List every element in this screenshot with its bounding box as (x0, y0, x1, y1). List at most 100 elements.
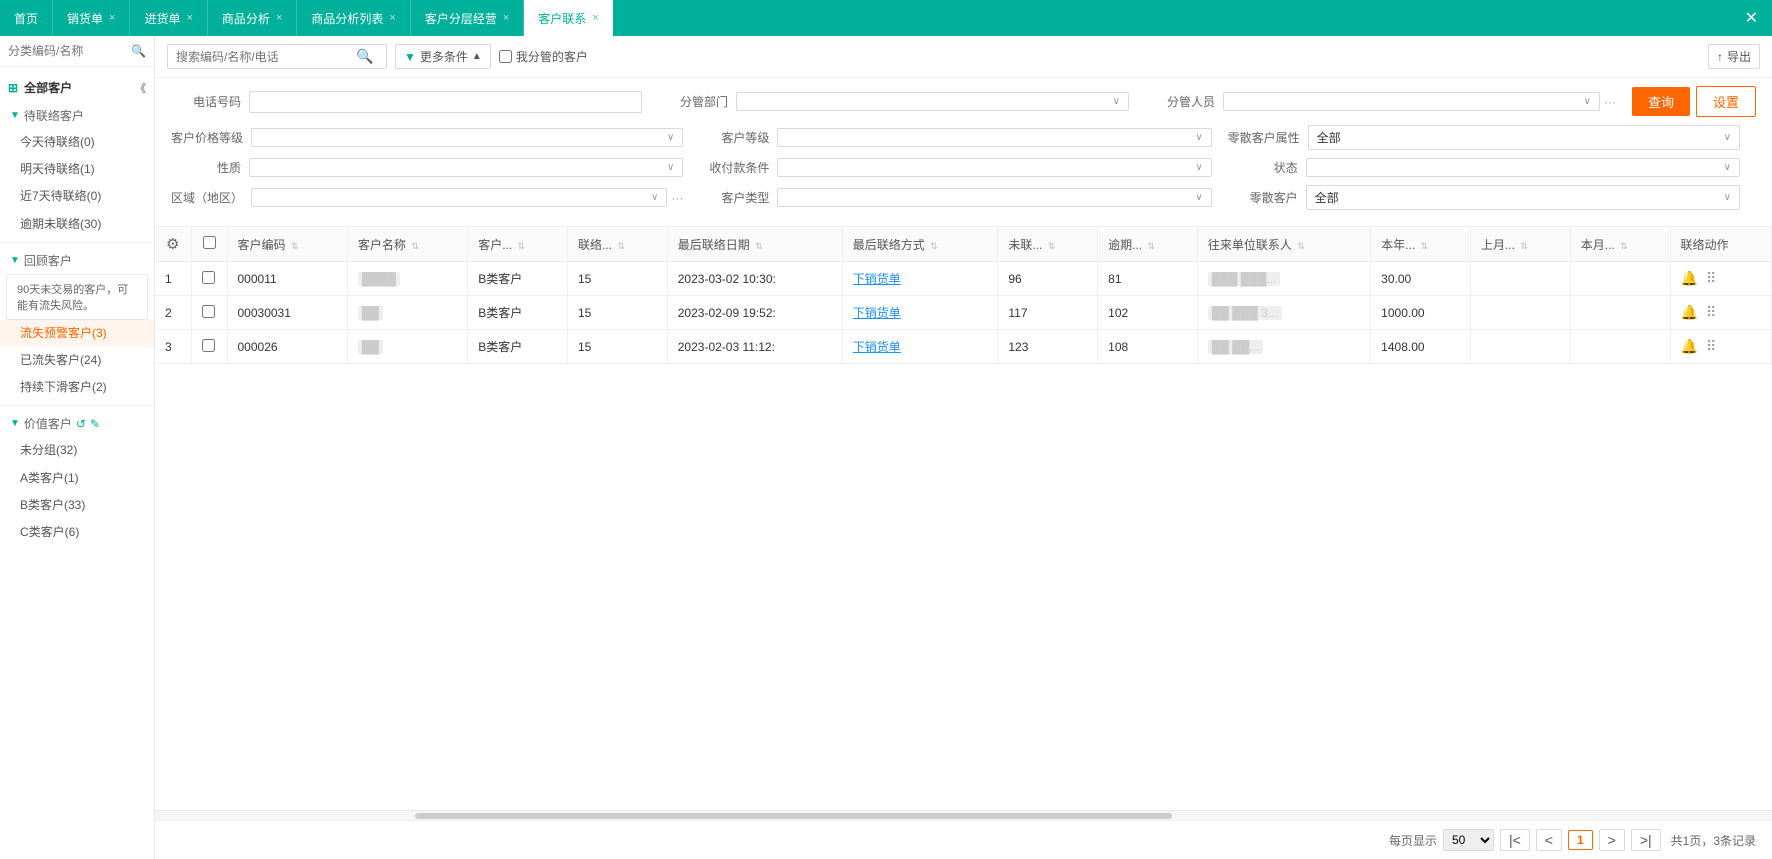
region-dots[interactable]: ··· (671, 191, 683, 205)
filter-sparse-attr-select[interactable]: 全部 ∨ (1308, 125, 1740, 150)
filter-manager-select[interactable]: ∨ (1223, 92, 1600, 111)
td-contact-2: 15 (567, 296, 667, 330)
action-menu-1[interactable]: ⠿ (1706, 270, 1716, 287)
refresh-icon[interactable]: ↺ (76, 417, 86, 431)
more-filter-button[interactable]: ▼ 更多条件 ▲ (395, 44, 491, 69)
tab-sales-close[interactable]: × (109, 12, 115, 24)
sidebar-item-classA[interactable]: A类客户(1) (0, 465, 154, 492)
method-link-2[interactable]: 下销货单 (853, 306, 901, 320)
filter-price-grade-select[interactable]: ∨ (251, 128, 683, 147)
sidebar-item-7days[interactable]: 近7天待联络(0) (0, 183, 154, 210)
tab-product-list[interactable]: 商品分析列表 × (297, 0, 410, 36)
sort-contacts-icon[interactable]: ⇅ (1297, 241, 1305, 251)
sidebar-search-input[interactable] (8, 44, 131, 58)
horizontal-scrollbar[interactable] (155, 810, 1772, 820)
sidebar-item-loss-warning[interactable]: 流失预警客户(3) (0, 320, 154, 347)
tab-customer-segment[interactable]: 客户分层经营 × (411, 0, 524, 36)
td-tmonth-1 (1570, 262, 1670, 296)
filter-customer-grade-select[interactable]: ∨ (777, 128, 1211, 147)
tab-customer-contact[interactable]: 客户联系 × (524, 0, 612, 36)
sidebar-item-lost[interactable]: 已流失客户(24) (0, 347, 154, 374)
sort-code-icon[interactable]: ⇅ (291, 241, 299, 251)
search-button[interactable]: 🔍 (356, 48, 373, 65)
td-action-3: 🔔 ⠿ (1670, 330, 1771, 364)
action-bell-3[interactable]: 🔔 (1681, 338, 1698, 355)
filter-status-select[interactable]: ∨ (1306, 158, 1740, 177)
sort-unlink-icon[interactable]: ⇅ (1048, 241, 1056, 251)
filter-region-select[interactable]: ∨ (251, 188, 667, 207)
first-page-button[interactable]: |< (1500, 829, 1530, 851)
settings-button[interactable]: 设置 (1696, 86, 1756, 117)
action-menu-2[interactable]: ⠿ (1706, 304, 1716, 321)
td-contacts-3: ██ ██... (1197, 330, 1370, 364)
sidebar-item-classB[interactable]: B类客户(33) (0, 492, 154, 519)
tab-home[interactable]: 首页 (0, 0, 53, 36)
sidebar-search-icon[interactable]: 🔍 (131, 44, 146, 58)
sidebar-group-pending[interactable]: ▼ 待联络客户 (0, 102, 154, 129)
method-link-1[interactable]: 下销货单 (853, 272, 901, 286)
arrow-icon: ▼ (10, 110, 20, 121)
sidebar-group-value[interactable]: ▼ 价值客户 ↺ ✎ (0, 410, 154, 437)
tab-customer-contact-close[interactable]: × (592, 12, 598, 24)
table-gear-icon[interactable]: ⚙ (166, 236, 179, 253)
tab-product-analysis[interactable]: 商品分析 × (208, 0, 297, 36)
search-input[interactable] (176, 50, 356, 64)
tab-purchase-close[interactable]: × (186, 12, 192, 24)
method-link-3[interactable]: 下销货单 (853, 340, 901, 354)
sort-method-icon[interactable]: ⇅ (930, 241, 938, 251)
tab-customer-segment-close[interactable]: × (503, 12, 509, 24)
tab-product-list-close[interactable]: × (389, 12, 395, 24)
action-bell-1[interactable]: 🔔 (1681, 270, 1698, 287)
sort-overdue-icon[interactable]: ⇅ (1148, 241, 1156, 251)
filter-nature-select[interactable]: ∨ (249, 158, 683, 177)
sort-name-icon[interactable]: ⇅ (411, 241, 419, 251)
td-overdue-2: 102 (1098, 296, 1198, 330)
row-checkbox-3[interactable] (202, 339, 215, 352)
sort-type-icon[interactable]: ⇅ (518, 241, 526, 251)
select-all-checkbox[interactable] (203, 236, 216, 249)
filter-customer-type-select[interactable]: ∨ (777, 188, 1211, 207)
my-customer-checkbox-wrap[interactable]: 我分管的客户 (499, 48, 588, 65)
filter-row-4: 区域（地区） ∨ ··· 客户类型 ∨ 零散客户 (171, 185, 1756, 210)
tab-purchase[interactable]: 进货单 × (130, 0, 207, 36)
scrollbar-thumb[interactable] (415, 813, 1172, 819)
filter-sparse-customer-select[interactable]: 全部 ∨ (1306, 185, 1740, 210)
sort-year-icon[interactable]: ⇅ (1421, 241, 1429, 251)
sort-lmonth-icon[interactable]: ⇅ (1520, 241, 1528, 251)
sort-tmonth-icon[interactable]: ⇅ (1620, 241, 1628, 251)
query-button[interactable]: 查询 (1632, 87, 1690, 116)
td-index-3: 3 (155, 330, 191, 364)
next-page-button[interactable]: > (1599, 829, 1625, 851)
sidebar-all-customers[interactable]: ⊞ 全部客户 《 (0, 73, 154, 102)
sidebar-item-ungroup[interactable]: 未分组(32) (0, 437, 154, 464)
prev-page-button[interactable]: < (1536, 829, 1562, 851)
sidebar-item-overdue[interactable]: 逾期未联络(30) (0, 211, 154, 238)
tab-product-analysis-close[interactable]: × (276, 12, 282, 24)
th-this-year: 本年... ⇅ (1371, 227, 1471, 262)
td-type-3: B类客户 (468, 330, 568, 364)
export-button[interactable]: ↑ 导出 (1708, 44, 1760, 69)
page-size-select[interactable]: 50 20 100 (1443, 829, 1494, 851)
action-bell-2[interactable]: 🔔 (1681, 304, 1698, 321)
edit-icon[interactable]: ✎ (90, 417, 100, 431)
sort-date-icon[interactable]: ⇅ (755, 241, 763, 251)
td-code-1: 000011 (227, 262, 347, 296)
sidebar-group-review[interactable]: ▼ 回顾客户 (0, 247, 154, 274)
last-page-button[interactable]: >| (1631, 829, 1661, 851)
window-close-button[interactable]: ✕ (1731, 8, 1772, 28)
data-table-wrap: ⚙ 客户编码 ⇅ 客户名称 ⇅ (155, 227, 1772, 810)
sort-contact-icon[interactable]: ⇅ (617, 241, 625, 251)
manager-dots[interactable]: ··· (1604, 95, 1616, 109)
filter-payment-select[interactable]: ∨ (777, 158, 1211, 177)
sidebar-item-tomorrow[interactable]: 明天待联络(1) (0, 156, 154, 183)
filter-phone-input[interactable] (249, 91, 642, 113)
sidebar-item-today[interactable]: 今天待联络(0) (0, 129, 154, 156)
row-checkbox-1[interactable] (202, 271, 215, 284)
tab-sales[interactable]: 销货单 × (53, 0, 130, 36)
filter-dept-select[interactable]: ∨ (736, 92, 1129, 111)
sidebar-item-declining[interactable]: 持续下滑客户(2) (0, 374, 154, 401)
sidebar-item-classC[interactable]: C类客户(6) (0, 519, 154, 546)
row-checkbox-2[interactable] (202, 305, 215, 318)
my-customer-checkbox[interactable] (499, 50, 512, 63)
action-menu-3[interactable]: ⠿ (1706, 338, 1716, 355)
